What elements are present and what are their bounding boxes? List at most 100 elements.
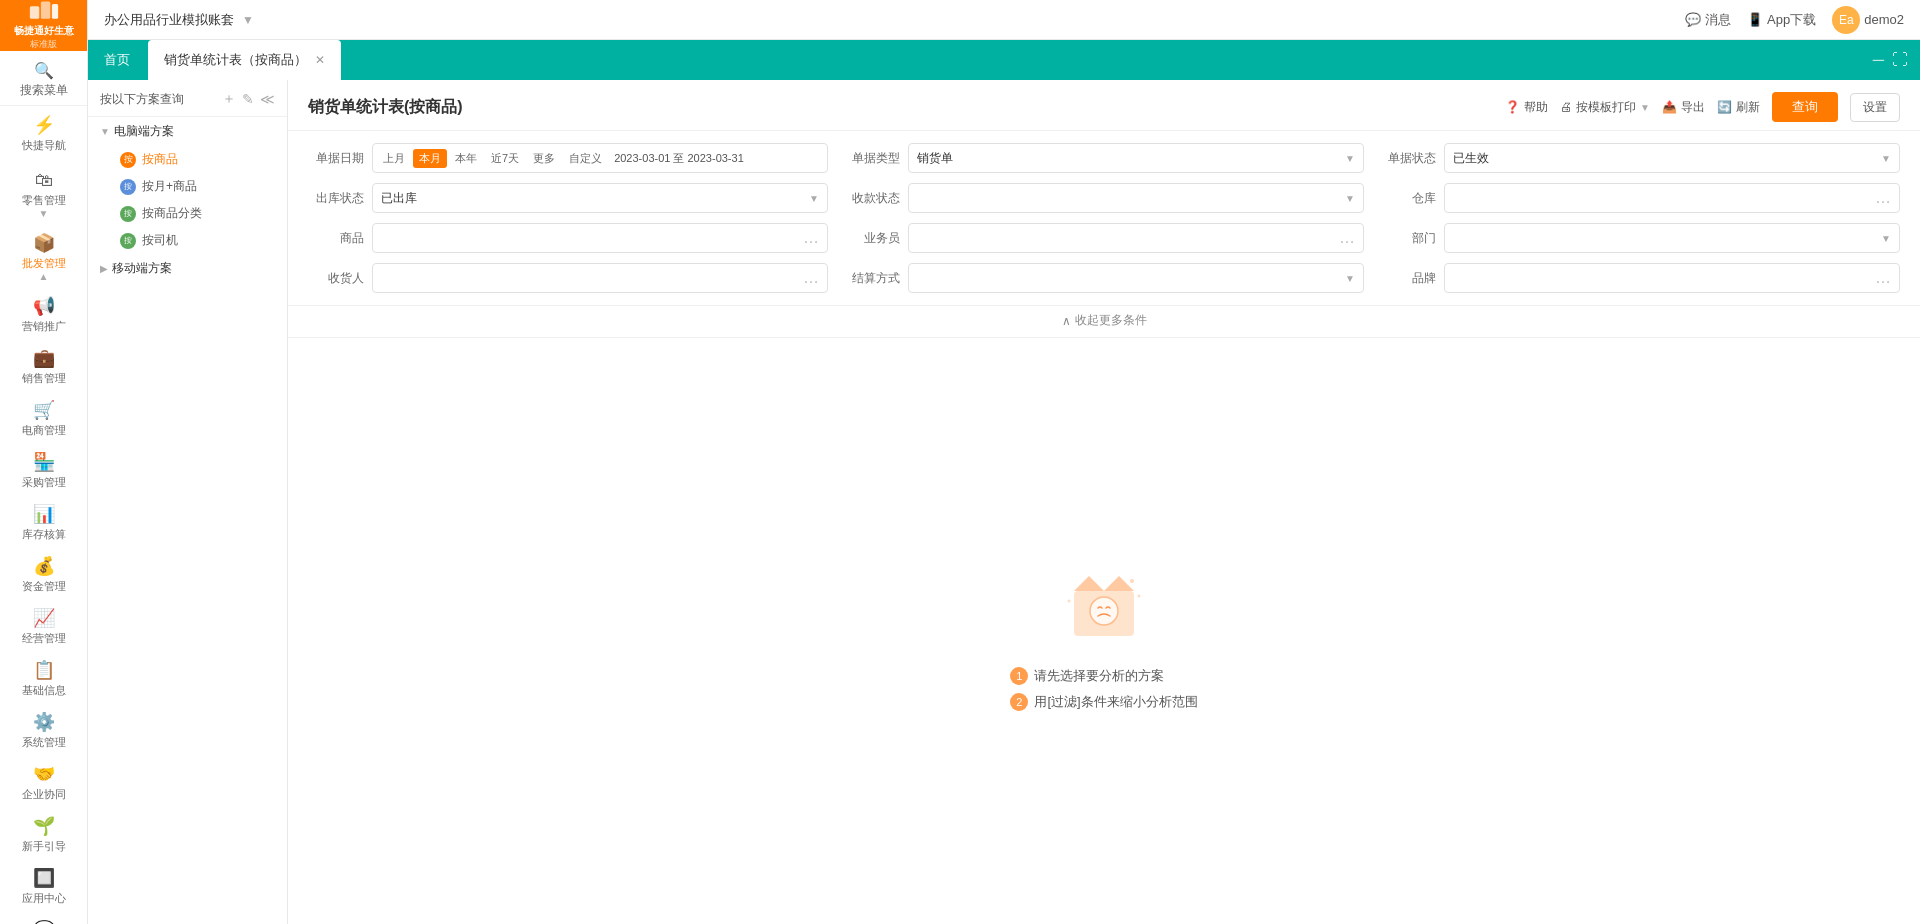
out-status-select[interactable]: 已出库 ▼: [372, 183, 828, 213]
search-menu[interactable]: 🔍 搜索菜单: [0, 51, 87, 106]
sidebar-item-appcenter[interactable]: 🔲 应用中心: [0, 859, 87, 911]
filter-panel-title: 按以下方案查询: [100, 91, 184, 108]
app-logo: 畅捷通好生意 标准版: [0, 0, 88, 51]
tree-child-category[interactable]: 按 按商品分类: [88, 200, 287, 227]
workspace-name: 办公用品行业模拟账套: [104, 11, 234, 29]
tab-sales-report-label: 销货单统计表（按商品）: [164, 51, 307, 69]
search-menu-label: 搜索菜单: [20, 82, 68, 99]
help-button[interactable]: ❓ 帮助: [1505, 99, 1548, 116]
collapse-panel-icon[interactable]: ≪: [260, 91, 275, 107]
filter-panel-header: 按以下方案查询 ＋ ✎ ≪: [88, 80, 287, 117]
message-button[interactable]: 💬 消息: [1685, 11, 1731, 29]
date-selector[interactable]: 上月 本月 本年 近7天 更多 自定义 2023-03-01 至 2023-03…: [372, 143, 828, 173]
app-logo-text: 畅捷通好生意: [14, 24, 74, 38]
svg-rect-0: [29, 6, 38, 19]
finance-icon: 💰: [33, 555, 55, 577]
tab-sales-report[interactable]: 销货单统计表（按商品） ✕: [148, 40, 341, 80]
sidebar-item-retail[interactable]: 🛍 零售管理 ▼: [0, 162, 87, 224]
sidebar-item-finance[interactable]: 💰 资金管理: [0, 547, 87, 599]
sidebar-item-sales[interactable]: 💼 销售管理: [0, 339, 87, 391]
marketing-label: 营销推广: [22, 319, 66, 334]
tab-home[interactable]: 首页: [88, 40, 146, 80]
field-warehouse: 仓库 …: [1380, 183, 1900, 213]
tab-maximize-icon[interactable]: ⛶: [1892, 51, 1908, 69]
date-label: 单据日期: [308, 150, 364, 167]
field-out-status: 出库状态 已出库 ▼: [308, 183, 828, 213]
payment-label: 结算方式: [844, 270, 900, 287]
tree-desktop-parent[interactable]: ▼ 电脑端方案: [88, 117, 287, 146]
tree-mobile-arrow: ▶: [100, 263, 108, 274]
refresh-button[interactable]: 🔄 刷新: [1717, 99, 1760, 116]
tree-child-goods[interactable]: 按 按商品: [88, 146, 287, 173]
salesperson-input[interactable]: …: [908, 223, 1364, 253]
print-button[interactable]: 🖨 按模板打印 ▼: [1560, 99, 1650, 116]
sidebar-item-collab[interactable]: 🤝 企业协同: [0, 755, 87, 807]
basic-label: 基础信息: [22, 683, 66, 698]
app-download-button[interactable]: 📱 App下载: [1747, 11, 1816, 29]
doc-type-label: 单据类型: [844, 150, 900, 167]
tree-mobile-parent[interactable]: ▶ 移动端方案: [88, 254, 287, 283]
operations-icon: 📈: [33, 607, 55, 629]
add-scheme-icon[interactable]: ＋: [222, 90, 236, 108]
warehouse-input[interactable]: …: [1444, 183, 1900, 213]
date-tab-this-year[interactable]: 本年: [449, 149, 483, 168]
department-select[interactable]: ▼: [1444, 223, 1900, 253]
edit-scheme-icon[interactable]: ✎: [242, 91, 254, 107]
sidebar-item-basic[interactable]: 📋 基础信息: [0, 651, 87, 703]
receipt-status-select[interactable]: ▼: [908, 183, 1364, 213]
appcenter-label: 应用中心: [22, 891, 66, 906]
brand-more-icon[interactable]: …: [1875, 269, 1891, 287]
category-icon: 按: [120, 206, 136, 222]
sidebar-item-ecommerce[interactable]: 🛒 电商管理: [0, 391, 87, 443]
date-tab-custom[interactable]: 自定义: [563, 149, 608, 168]
payment-select[interactable]: ▼: [908, 263, 1364, 293]
doc-status-select[interactable]: 已生效 ▼: [1444, 143, 1900, 173]
sidebar-item-wechat[interactable]: 💬 企业微信: [0, 911, 87, 924]
goods-input[interactable]: …: [372, 223, 828, 253]
message-label: 消息: [1705, 11, 1731, 29]
doc-type-select[interactable]: 销货单 ▼: [908, 143, 1364, 173]
tree-desktop-arrow: ▼: [100, 126, 110, 137]
sidebar-item-newbie[interactable]: 🌱 新手引导: [0, 807, 87, 859]
sidebar-item-quick-nav[interactable]: ⚡ 快捷导航: [0, 106, 87, 158]
receiver-more-icon[interactable]: …: [803, 269, 819, 287]
empty-tip-2: 2 用[过滤]条件来缩小分析范围: [1010, 693, 1197, 711]
svg-point-5: [1130, 579, 1134, 583]
goods-more-icon[interactable]: …: [803, 229, 819, 247]
workspace-dropdown-icon[interactable]: ▼: [242, 13, 254, 27]
sidebar-item-operations[interactable]: 📈 经营管理: [0, 599, 87, 651]
tab-minimize-icon[interactable]: ─: [1873, 51, 1884, 69]
collapse-more-bar[interactable]: ∧ 收起更多条件: [288, 306, 1920, 338]
receiver-label: 收货人: [308, 270, 364, 287]
retail-icon: 🛍: [35, 170, 53, 191]
tree-child-month-goods[interactable]: 按 按月+商品: [88, 173, 287, 200]
warehouse-more-icon[interactable]: …: [1875, 189, 1891, 207]
export-button[interactable]: 📤 导出: [1662, 99, 1705, 116]
sidebar-item-marketing[interactable]: 📢 营销推广: [0, 287, 87, 339]
user-avatar-button[interactable]: Ea demo2: [1832, 6, 1904, 34]
date-tab-this-month[interactable]: 本月: [413, 149, 447, 168]
date-tab-more[interactable]: 更多: [527, 149, 561, 168]
sidebar-item-purchase[interactable]: 🏪 采购管理: [0, 443, 87, 495]
sidebar-item-wholesale[interactable]: 📦 批发管理 ▲: [0, 224, 87, 287]
date-tab-last-month[interactable]: 上月: [377, 149, 411, 168]
receiver-input[interactable]: …: [372, 263, 828, 293]
doc-status-value: 已生效: [1453, 150, 1489, 167]
operations-label: 经营管理: [22, 631, 66, 646]
out-status-label: 出库状态: [308, 190, 364, 207]
tab-close-icon[interactable]: ✕: [315, 53, 325, 67]
sidebar-item-inventory[interactable]: 📊 库存核算: [0, 495, 87, 547]
brand-input[interactable]: …: [1444, 263, 1900, 293]
refresh-label: 刷新: [1736, 99, 1760, 116]
salesperson-more-icon[interactable]: …: [1339, 229, 1355, 247]
filter-panel-icons: ＋ ✎ ≪: [222, 90, 275, 108]
refresh-icon: 🔄: [1717, 100, 1732, 114]
query-button[interactable]: 查询: [1772, 92, 1838, 122]
finance-label: 资金管理: [22, 579, 66, 594]
tree-mobile-label: 移动端方案: [112, 260, 172, 277]
empty-tip-1: 1 请先选择要分析的方案: [1010, 667, 1197, 685]
date-tab-7days[interactable]: 近7天: [485, 149, 525, 168]
tree-child-driver[interactable]: 按 按司机: [88, 227, 287, 254]
sidebar-item-system[interactable]: ⚙️ 系统管理: [0, 703, 87, 755]
settings-button[interactable]: 设置: [1850, 93, 1900, 122]
